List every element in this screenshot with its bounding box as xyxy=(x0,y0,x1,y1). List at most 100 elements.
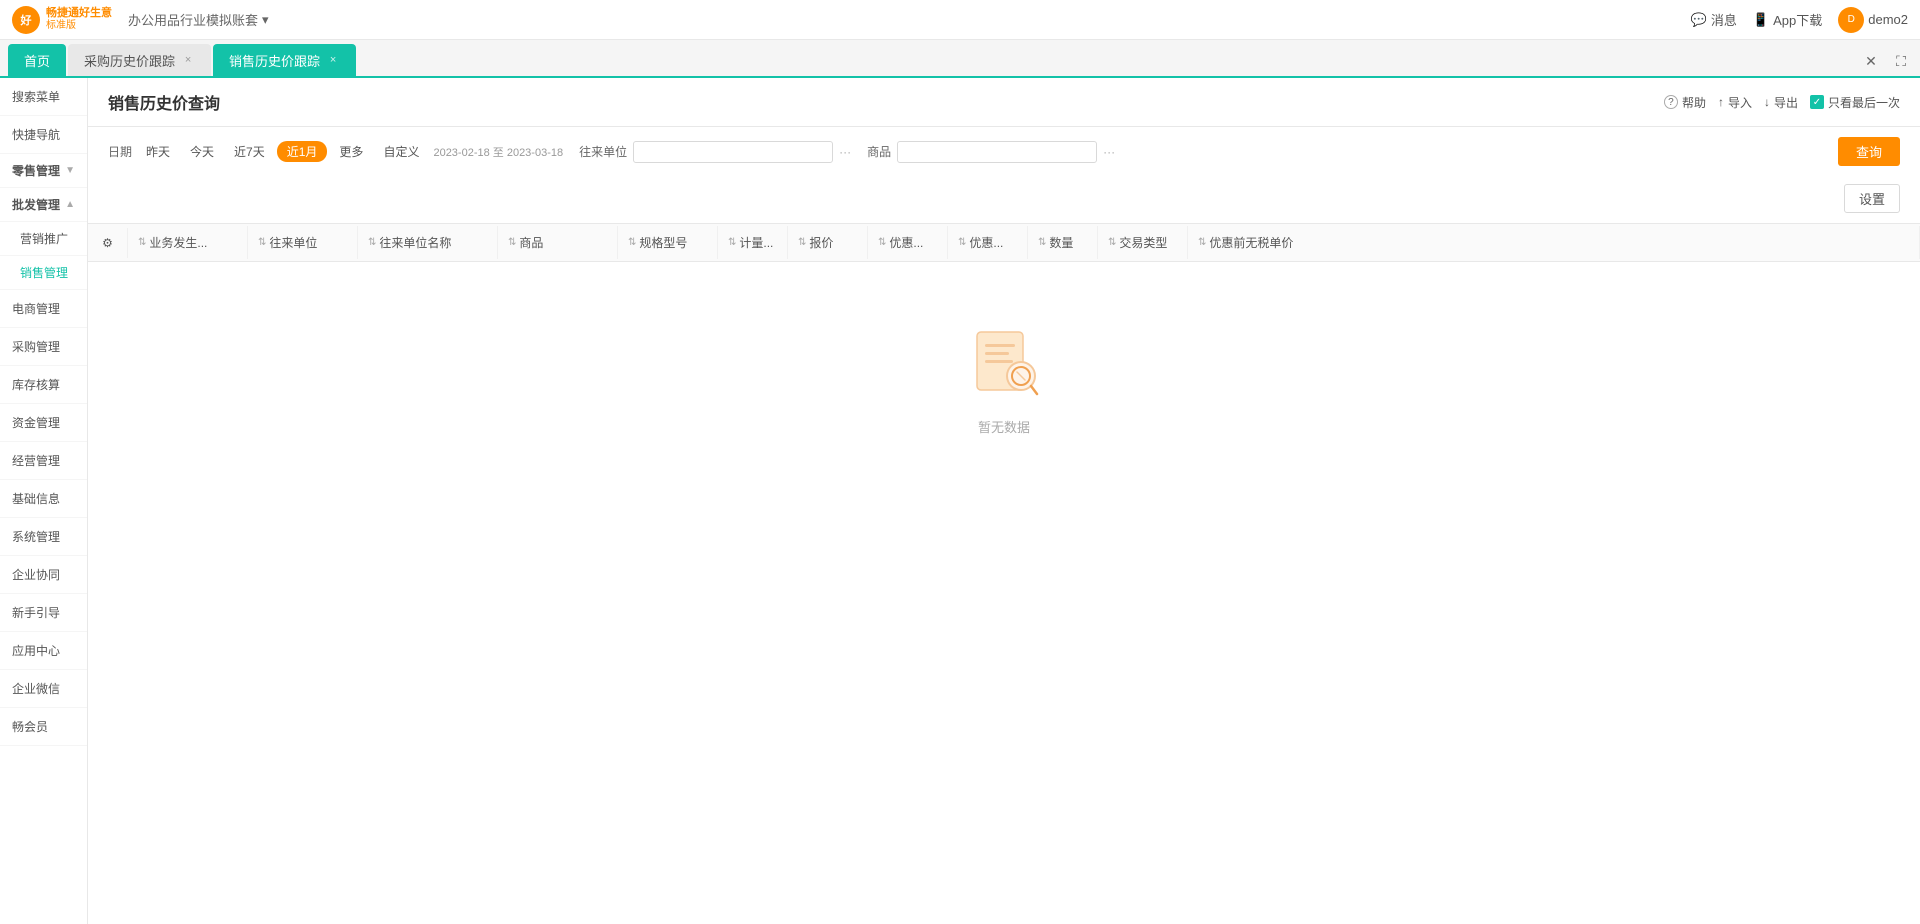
sort-icon-discount1: ⇅ xyxy=(878,237,886,248)
top-bar-right: 💬 消息 📱 App下载 D demo2 xyxy=(1691,7,1908,33)
sort-icon-unit2: ⇅ xyxy=(728,237,736,248)
sidebar-item-search-menu[interactable]: 搜索菜单 xyxy=(0,78,87,116)
date-option-custom[interactable]: 自定义 xyxy=(375,141,427,162)
table-container: ⚙ ⇅ 业务发生... ⇅ 往来单位 ⇅ 往来单位名称 ⇅ 商品 xyxy=(88,224,1920,924)
th-unit-code[interactable]: ⇅ 往来单位 xyxy=(248,226,358,259)
sort-icon-unit: ⇅ xyxy=(258,237,266,248)
avatar: D xyxy=(1838,7,1864,33)
th-spec[interactable]: ⇅ 规格型号 xyxy=(618,226,718,259)
import-icon: ↑ xyxy=(1718,95,1724,109)
th-trade[interactable]: ⇅ 交易类型 xyxy=(1098,226,1188,259)
product-label: 商品 xyxy=(867,143,891,160)
page-title: 销售历史价查询 xyxy=(108,90,220,114)
help-btn[interactable]: ? 帮助 xyxy=(1664,94,1706,111)
tab-purchase-history[interactable]: 采购历史价跟踪 × xyxy=(68,44,211,76)
sidebar-item-app-center[interactable]: 应用中心 xyxy=(0,632,87,670)
product-dots[interactable]: ··· xyxy=(1103,145,1115,159)
sidebar-item-system[interactable]: 系统管理 xyxy=(0,518,87,556)
sidebar-item-wholesale-mgmt[interactable]: 批发管理 ▲ xyxy=(0,188,87,222)
sidebar-item-enterprise[interactable]: 企业协同 xyxy=(0,556,87,594)
sidebar-item-ecommerce[interactable]: 电商管理 xyxy=(0,290,87,328)
sidebar-item-operations[interactable]: 经营管理 xyxy=(0,442,87,480)
top-bar: 好 畅捷通好生意 标准版 办公用品行业模拟账套 ▾ 💬 消息 📱 App下载 D… xyxy=(0,0,1920,40)
sort-icon-product: ⇅ xyxy=(508,237,516,248)
th-qty[interactable]: ⇅ 数量 xyxy=(1028,226,1098,259)
th-discount1[interactable]: ⇅ 优惠... xyxy=(868,226,948,259)
only-last-checkbox[interactable]: ✓ 只看最后一次 xyxy=(1810,94,1900,111)
gear-icon: ⚙ xyxy=(102,236,113,250)
app-name: 办公用品行业模拟账套 xyxy=(128,10,258,29)
query-button[interactable]: 查询 xyxy=(1838,137,1900,166)
sort-icon-notax: ⇅ xyxy=(1198,237,1206,248)
logo-area: 好 畅捷通好生意 标准版 xyxy=(12,6,112,34)
close-window-btn[interactable]: ✕ xyxy=(1860,50,1882,72)
th-product[interactable]: ⇅ 商品 xyxy=(498,226,618,259)
sidebar-item-marketing[interactable]: 营销推广 xyxy=(0,222,87,256)
sidebar-item-retail-mgmt[interactable]: 零售管理 ▼ xyxy=(0,154,87,188)
logo-text: 畅捷通好生意 标准版 xyxy=(46,7,112,32)
th-unit[interactable]: ⇅ 计量... xyxy=(718,226,788,259)
sidebar: 搜索菜单 快捷导航 零售管理 ▼ 批发管理 ▲ 营销推广 销售管理 电商管理 采… xyxy=(0,78,88,924)
sidebar-item-purchase[interactable]: 采购管理 xyxy=(0,328,87,366)
partner-input[interactable] xyxy=(633,141,833,163)
sidebar-item-vip[interactable]: 畅会员 xyxy=(0,708,87,746)
import-btn[interactable]: ↑ 导入 xyxy=(1718,94,1752,111)
filter-bar: 日期 昨天 今天 近7天 近1月 更多 自定义 2023-02-18 至 202… xyxy=(88,127,1920,224)
tab-bar-actions: ✕ ⛶ xyxy=(1860,50,1912,76)
th-gear[interactable]: ⚙ xyxy=(88,228,128,258)
app-selector[interactable]: 办公用品行业模拟账套 ▾ xyxy=(120,6,277,33)
sidebar-item-inventory[interactable]: 库存核算 xyxy=(0,366,87,404)
maximize-btn[interactable]: ⛶ xyxy=(1890,50,1912,72)
th-unit-name[interactable]: ⇅ 往来单位名称 xyxy=(358,226,498,259)
sort-icon-discount2: ⇅ xyxy=(958,237,966,248)
date-option-yesterday[interactable]: 昨天 xyxy=(138,141,178,162)
tab-sales-history[interactable]: 销售历史价跟踪 × xyxy=(213,44,356,76)
product-input[interactable] xyxy=(897,141,1097,163)
close-purchase-tab[interactable]: × xyxy=(181,53,195,67)
export-btn[interactable]: ↓ 导出 xyxy=(1764,94,1798,111)
product-filter-group: 商品 ··· xyxy=(867,141,1115,163)
date-option-last1month[interactable]: 近1月 xyxy=(277,141,328,162)
sort-icon-qty: ⇅ xyxy=(1038,237,1046,248)
sidebar-item-wechat[interactable]: 企业微信 xyxy=(0,670,87,708)
th-notax-price[interactable]: ⇅ 优惠前无税单价 xyxy=(1188,226,1920,259)
date-filter-group: 日期 昨天 今天 近7天 近1月 更多 自定义 2023-02-18 至 202… xyxy=(108,141,563,162)
date-options: 昨天 今天 近7天 近1月 更多 自定义 xyxy=(138,141,427,162)
partner-label: 往来单位 xyxy=(579,143,627,160)
sort-icon-spec: ⇅ xyxy=(628,237,636,248)
date-range-text: 2023-02-18 至 2023-03-18 xyxy=(433,144,563,160)
date-option-today[interactable]: 今天 xyxy=(182,141,222,162)
empty-state: 暂无数据 xyxy=(88,262,1920,496)
app-download-btn[interactable]: 📱 App下载 xyxy=(1753,10,1822,29)
sidebar-item-guide[interactable]: 新手引导 xyxy=(0,594,87,632)
sidebar-item-sales-mgmt[interactable]: 销售管理 xyxy=(0,256,87,290)
sidebar-item-quick-nav[interactable]: 快捷导航 xyxy=(0,116,87,154)
checkbox-checked-icon: ✓ xyxy=(1810,95,1824,109)
message-btn[interactable]: 💬 消息 xyxy=(1691,10,1737,29)
partner-dots[interactable]: ··· xyxy=(839,145,851,159)
content-area: 销售历史价查询 ? 帮助 ↑ 导入 ↓ 导出 ✓ 只看最后一次 xyxy=(88,78,1920,924)
date-option-more[interactable]: 更多 xyxy=(331,141,371,162)
sidebar-item-basic-info[interactable]: 基础信息 xyxy=(0,480,87,518)
th-discount2[interactable]: ⇅ 优惠... xyxy=(948,226,1028,259)
tab-home[interactable]: 首页 xyxy=(8,44,66,76)
sidebar-item-finance[interactable]: 资金管理 xyxy=(0,404,87,442)
th-price[interactable]: ⇅ 报价 xyxy=(788,226,868,259)
empty-text: 暂无数据 xyxy=(978,417,1030,436)
page-header-actions: ? 帮助 ↑ 导入 ↓ 导出 ✓ 只看最后一次 xyxy=(1664,94,1900,111)
main-layout: 搜索菜单 快捷导航 零售管理 ▼ 批发管理 ▲ 营销推广 销售管理 电商管理 采… xyxy=(0,78,1920,924)
wholesale-arrow: ▲ xyxy=(65,199,75,210)
empty-icon xyxy=(959,322,1049,405)
tab-bar: 首页 采购历史价跟踪 × 销售历史价跟踪 × ✕ ⛶ xyxy=(0,40,1920,78)
help-icon: ? xyxy=(1664,95,1678,109)
settings-button[interactable]: 设置 xyxy=(1844,184,1900,213)
user-profile[interactable]: D demo2 xyxy=(1838,7,1908,33)
close-sales-tab[interactable]: × xyxy=(326,53,340,67)
date-option-last7[interactable]: 近7天 xyxy=(226,141,273,162)
sort-icon-trade: ⇅ xyxy=(1108,237,1116,248)
top-bar-left: 好 畅捷通好生意 标准版 办公用品行业模拟账套 ▾ xyxy=(12,6,277,34)
retail-arrow: ▼ xyxy=(65,165,75,176)
th-date[interactable]: ⇅ 业务发生... xyxy=(128,226,248,259)
sort-icon-unit-name: ⇅ xyxy=(368,237,376,248)
sort-icon-price: ⇅ xyxy=(798,237,806,248)
